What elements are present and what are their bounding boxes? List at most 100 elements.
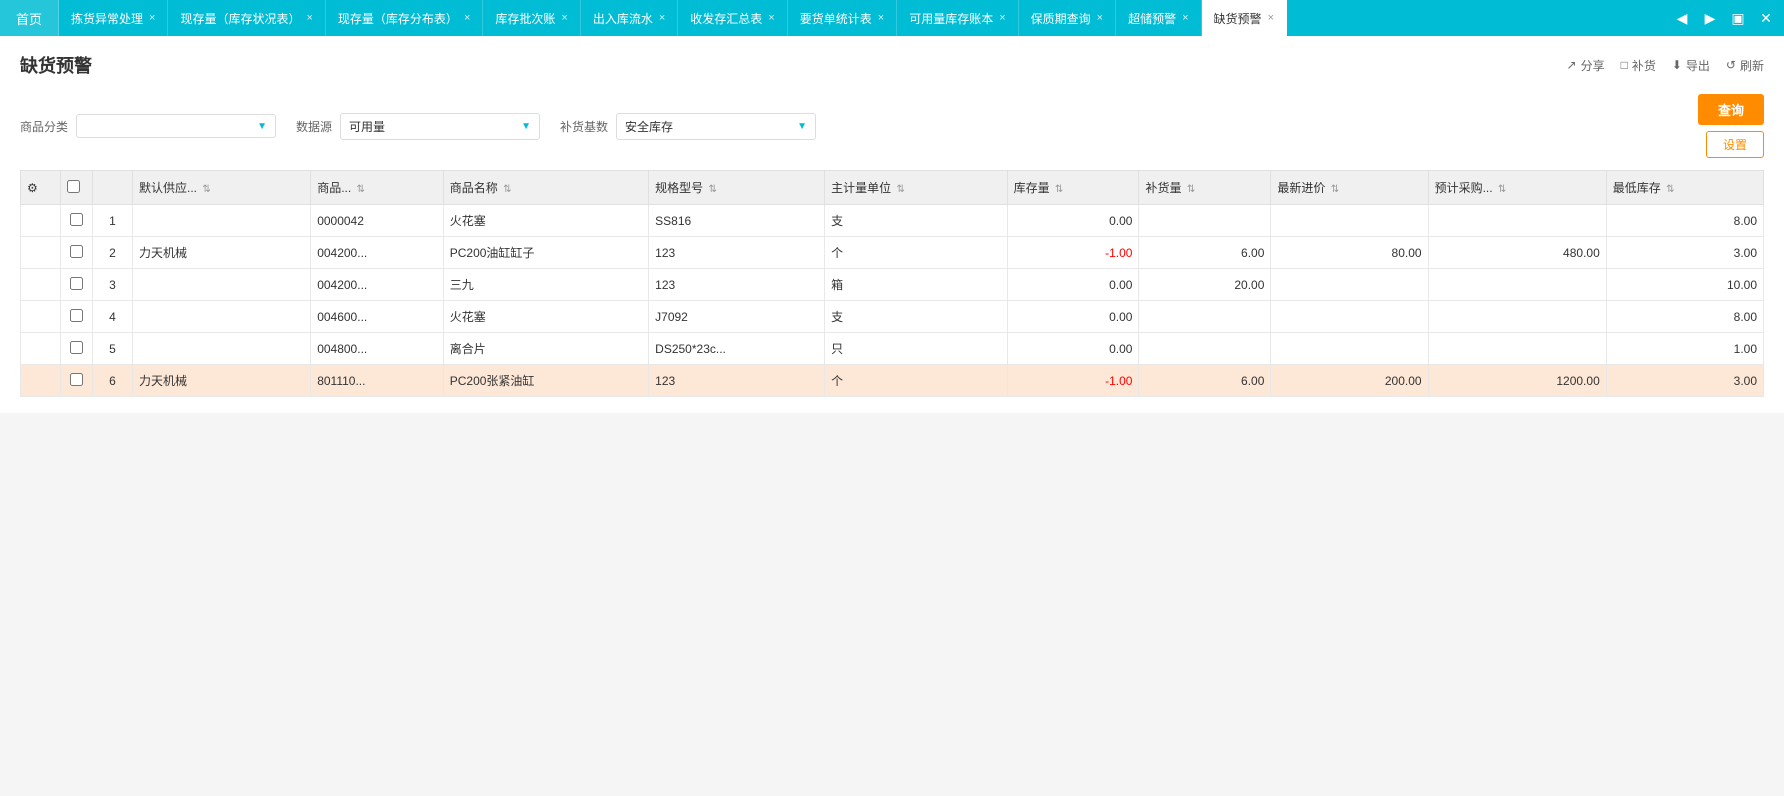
tab-defect-processing-label: 拣货异常处理 <box>71 10 143 27</box>
th-stock[interactable]: 库存量 ⇅ <box>1007 171 1139 205</box>
tab-overstock-warn-close[interactable]: × <box>1182 12 1188 24</box>
tab-receipt-summary-close[interactable]: × <box>768 12 774 24</box>
th-est-purchase[interactable]: 预计采购... ⇅ <box>1428 171 1606 205</box>
tab-expiry-query[interactable]: 保质期查询 × <box>1019 0 1116 36</box>
refresh-action[interactable]: ↺ 刷新 <box>1726 57 1764 74</box>
cell-min-stock-1: 3.00 <box>1606 237 1763 269</box>
cell-unit-2: 箱 <box>825 269 1007 301</box>
cell-settings-0 <box>21 205 61 237</box>
nav-next-button[interactable]: ▶ <box>1696 4 1724 32</box>
refresh-label: 刷新 <box>1740 57 1764 74</box>
th-latest-price[interactable]: 最新进价 ⇅ <box>1271 171 1428 205</box>
tab-available-ledger-close[interactable]: × <box>999 12 1005 24</box>
page-content: 缺货预警 ↗ 分享 □ 补货 ⬇ 导出 ↺ 刷新 商品分类 <box>0 36 1784 413</box>
cell-min-stock-4: 1.00 <box>1606 333 1763 365</box>
th-min-stock[interactable]: 最低库存 ⇅ <box>1606 171 1763 205</box>
select-all-checkbox[interactable] <box>67 180 80 193</box>
cell-goods-code-0: 0000042 <box>311 205 444 237</box>
tab-batch-account-label: 库存批次账 <box>495 10 555 27</box>
cell-goods-name-3: 火花塞 <box>443 301 648 333</box>
query-button[interactable]: 查询 <box>1698 94 1764 125</box>
nav-restore-button[interactable]: ▣ <box>1724 4 1752 32</box>
th-settings[interactable]: ⚙ <box>21 171 61 205</box>
th-goods-name[interactable]: 商品名称 ⇅ <box>443 171 648 205</box>
tab-shortage-warn[interactable]: 缺货预警 × <box>1202 0 1287 36</box>
tab-defect-processing[interactable]: 拣货异常处理 × <box>59 0 168 36</box>
filter-datasource-group: 数据源 可用量 ▼ <box>296 113 540 140</box>
cell-min-stock-2: 10.00 <box>1606 269 1763 301</box>
cell-unit-1: 个 <box>825 237 1007 269</box>
row-checkbox-3[interactable] <box>70 309 83 322</box>
filter-category-select[interactable]: ▼ <box>76 114 276 138</box>
cell-restock-qty-5: 6.00 <box>1139 365 1271 397</box>
filter-datasource-select[interactable]: 可用量 ▼ <box>340 113 540 140</box>
tab-expiry-query-close[interactable]: × <box>1097 12 1103 24</box>
filter-right-actions: 查询 设置 <box>1698 94 1764 158</box>
nav-controls: ◀ ▶ ▣ ✕ <box>1668 4 1784 32</box>
cell-index-5: 6 <box>93 365 133 397</box>
cell-est-purchase-5: 1200.00 <box>1428 365 1606 397</box>
th-goods-code[interactable]: 商品... ⇅ <box>311 171 444 205</box>
cell-spec-4: DS250*23c... <box>649 333 825 365</box>
cell-supplier-5: 力天机械 <box>133 365 311 397</box>
data-table: ⚙ 默认供应... ⇅ 商品... ⇅ 商品名称 ⇅ <box>20 170 1764 397</box>
cell-checkbox-1[interactable] <box>61 237 93 269</box>
cell-checkbox-4[interactable] <box>61 333 93 365</box>
row-checkbox-5[interactable] <box>70 373 83 386</box>
cell-checkbox-5[interactable] <box>61 365 93 397</box>
th-supplier[interactable]: 默认供应... ⇅ <box>133 171 311 205</box>
tab-shortage-warn-close[interactable]: × <box>1268 12 1274 24</box>
th-restock-qty[interactable]: 补货量 ⇅ <box>1139 171 1271 205</box>
tab-order-stats[interactable]: 要货单统计表 × <box>788 0 897 36</box>
cell-restock-qty-3 <box>1139 301 1271 333</box>
tab-current-stock-dist[interactable]: 现存量（库存分布表） × <box>326 0 483 36</box>
tab-overstock-warn[interactable]: 超储预警 × <box>1116 0 1201 36</box>
settings-button[interactable]: 设置 <box>1706 131 1764 158</box>
cell-est-purchase-0 <box>1428 205 1606 237</box>
th-unit[interactable]: 主计量单位 ⇅ <box>825 171 1007 205</box>
filter-restock-base-group: 补货基数 安全库存 ▼ <box>560 113 816 140</box>
tab-batch-account-close[interactable]: × <box>561 12 567 24</box>
share-action[interactable]: ↗ 分享 <box>1567 57 1605 74</box>
tab-available-ledger[interactable]: 可用量库存账本 × <box>897 0 1018 36</box>
tab-inout-flow[interactable]: 出入库流水 × <box>581 0 678 36</box>
cell-stock-2: 0.00 <box>1007 269 1139 301</box>
row-checkbox-2[interactable] <box>70 277 83 290</box>
header-actions: ↗ 分享 □ 补货 ⬇ 导出 ↺ 刷新 <box>1567 57 1765 74</box>
tab-current-stock-dist-close[interactable]: × <box>464 12 470 24</box>
export-action[interactable]: ⬇ 导出 <box>1672 57 1710 74</box>
tab-defect-processing-close[interactable]: × <box>149 12 155 24</box>
restock-action[interactable]: □ 补货 <box>1621 57 1656 74</box>
tab-order-stats-close[interactable]: × <box>878 12 884 24</box>
table-row: 3 004200... 三九 123 箱 0.00 20.00 10.00 <box>21 269 1764 301</box>
cell-est-purchase-2 <box>1428 269 1606 301</box>
tab-home[interactable]: 首页 <box>0 0 59 36</box>
cell-stock-3: 0.00 <box>1007 301 1139 333</box>
nav-prev-button[interactable]: ◀ <box>1668 4 1696 32</box>
tab-inout-flow-close[interactable]: × <box>659 12 665 24</box>
tab-current-stock-status-close[interactable]: × <box>306 12 312 24</box>
th-checkbox[interactable] <box>61 171 93 205</box>
th-goods-name-sort-icon: ⇅ <box>503 184 511 195</box>
cell-goods-name-2: 三九 <box>443 269 648 301</box>
cell-min-stock-0: 8.00 <box>1606 205 1763 237</box>
cell-checkbox-0[interactable] <box>61 205 93 237</box>
th-spec[interactable]: 规格型号 ⇅ <box>649 171 825 205</box>
cell-checkbox-2[interactable] <box>61 269 93 301</box>
cell-latest-price-3 <box>1271 301 1428 333</box>
cell-checkbox-3[interactable] <box>61 301 93 333</box>
cell-stock-5: -1.00 <box>1007 365 1139 397</box>
row-checkbox-1[interactable] <box>70 245 83 258</box>
cell-goods-code-2: 004200... <box>311 269 444 301</box>
tab-receipt-summary[interactable]: 收发存汇总表 × <box>678 0 787 36</box>
row-checkbox-0[interactable] <box>70 213 83 226</box>
tab-batch-account[interactable]: 库存批次账 × <box>483 0 580 36</box>
filter-restock-base-select[interactable]: 安全库存 ▼ <box>616 113 816 140</box>
tab-current-stock-status[interactable]: 现存量（库存状况表） × <box>168 0 325 36</box>
table-header-row: ⚙ 默认供应... ⇅ 商品... ⇅ 商品名称 ⇅ <box>21 171 1764 205</box>
cell-settings-3 <box>21 301 61 333</box>
row-checkbox-4[interactable] <box>70 341 83 354</box>
th-est-purchase-label: 预计采购... <box>1435 181 1493 195</box>
nav-close-all-button[interactable]: ✕ <box>1752 4 1780 32</box>
tab-current-stock-status-label: 现存量（库存状况表） <box>180 10 300 27</box>
